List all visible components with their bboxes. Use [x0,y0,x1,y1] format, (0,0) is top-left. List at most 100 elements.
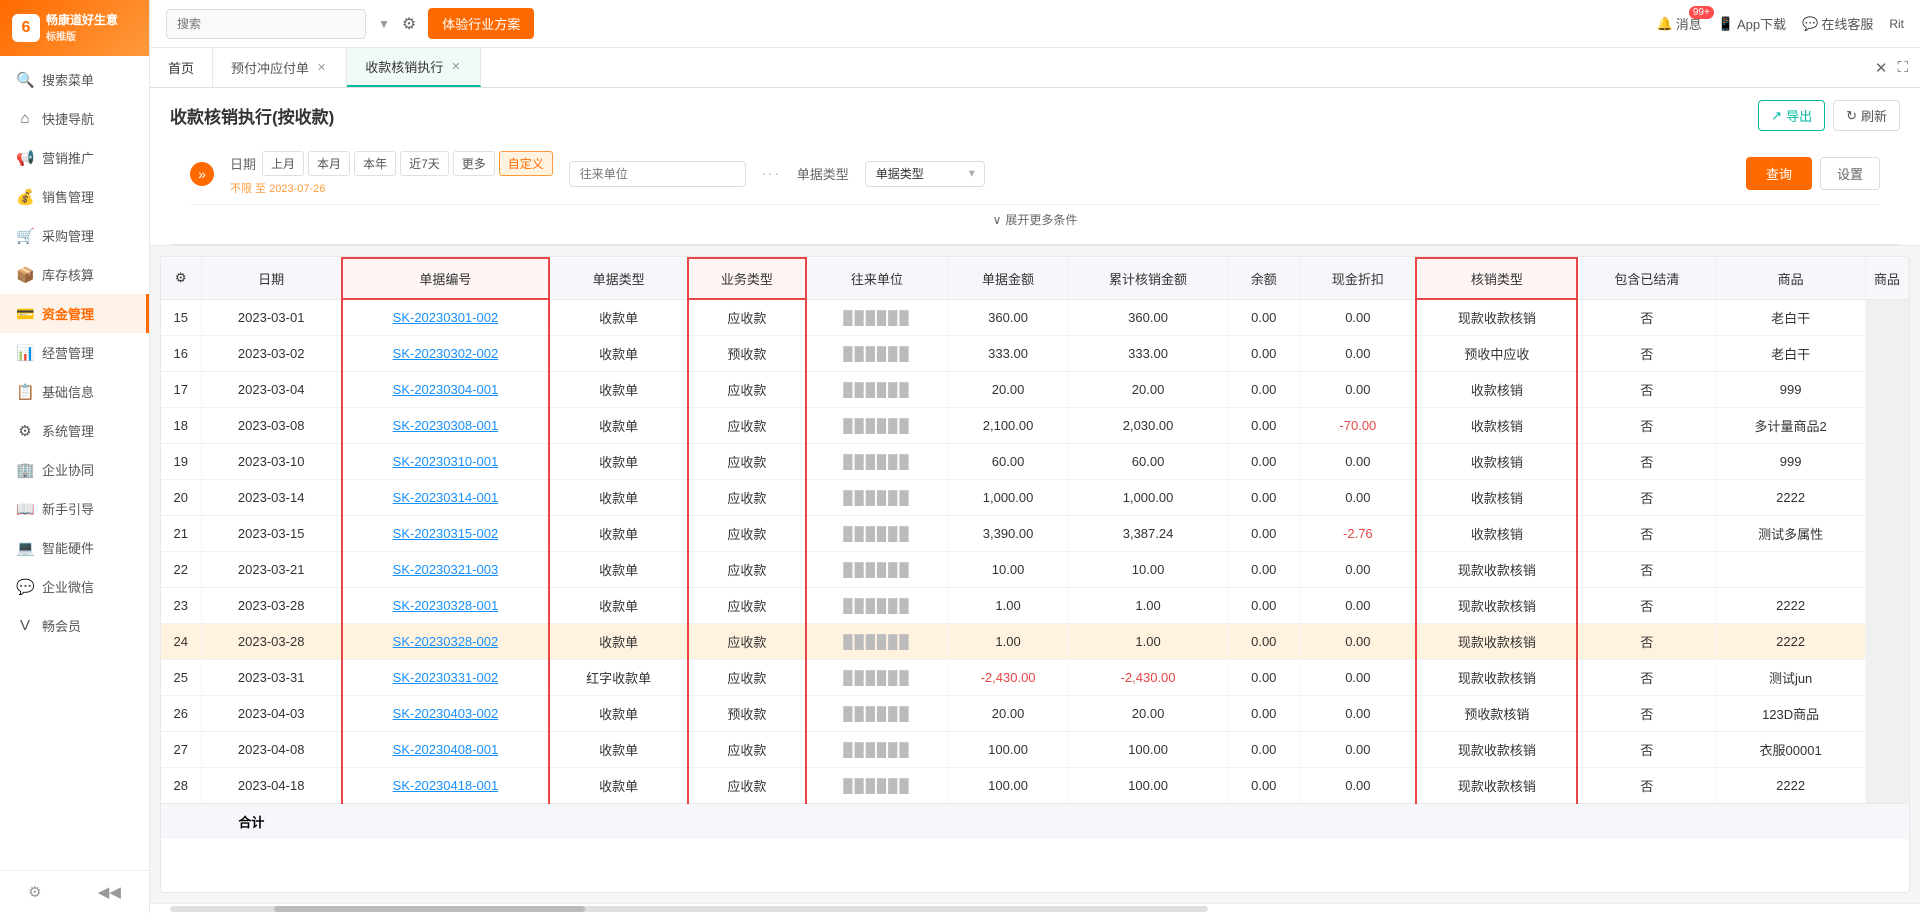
cell-doc-no[interactable]: SK-20230418-001 [342,768,549,804]
table-row[interactable]: 20 2023-03-14 SK-20230314-001 收款单 应收款 ██… [161,480,1909,516]
cell-num: 26 [161,696,201,732]
cell-doc-type: 收款单 [549,408,688,444]
sidebar-collapse-btn[interactable]: ◀◀ [90,879,129,905]
table-row[interactable]: 19 2023-03-10 SK-20230310-001 收款单 应收款 ██… [161,444,1909,480]
cell-balance: 0.00 [1228,444,1300,480]
cell-include-settled: 否 [1577,624,1715,660]
cell-doc-no[interactable]: SK-20230315-002 [342,516,549,552]
cell-doc-no[interactable]: SK-20230403-002 [342,696,549,732]
cell-date: 2023-03-08 [201,408,342,444]
date-btn-last-month[interactable]: 上月 [262,151,304,176]
doc-type-select[interactable]: 单据类型 [865,161,985,187]
tab-prepay[interactable]: 预付冲应付单 ✕ [213,48,347,87]
cell-include-settled: 否 [1577,444,1715,480]
table-row[interactable]: 18 2023-03-08 SK-20230308-001 收款单 应收款 ██… [161,408,1909,444]
refresh-btn[interactable]: ↻ 刷新 [1833,100,1900,131]
industry-solution-btn[interactable]: 体验行业方案 [428,8,534,39]
sidebar-item-sales[interactable]: 💰销售管理 [0,177,149,216]
tab-maximize-btn[interactable]: ⛶ [1897,59,1908,76]
cell-doc-no[interactable]: SK-20230408-001 [342,732,549,768]
cell-biz-type: 应收款 [688,660,805,696]
table-row[interactable]: 26 2023-04-03 SK-20230403-002 收款单 预收款 ██… [161,696,1909,732]
tab-close-all-btn[interactable]: ✕ [1875,59,1888,77]
cell-doc-no[interactable]: SK-20230304-001 [342,372,549,408]
sidebar-item-guide[interactable]: 📖新手引导 [0,489,149,528]
sidebar-item-wechat[interactable]: 💬企业微信 [0,567,149,606]
search-dropdown-btn[interactable]: ▼ [378,17,390,31]
cell-doc-no[interactable]: SK-20230328-002 [342,624,549,660]
sidebar-item-system[interactable]: ⚙系统管理 [0,411,149,450]
cell-doc-no[interactable]: SK-20230308-001 [342,408,549,444]
date-btn-7days[interactable]: 近7天 [400,151,449,176]
table-row[interactable]: 23 2023-03-28 SK-20230328-001 收款单 应收款 ██… [161,588,1909,624]
sidebar-item-hardware[interactable]: 💻智能硬件 [0,528,149,567]
cell-doc-no[interactable]: SK-20230302-002 [342,336,549,372]
app-download-btn[interactable]: 📱 App下载 [1718,14,1786,33]
table-row[interactable]: 24 2023-03-28 SK-20230328-002 收款单 应收款 ██… [161,624,1909,660]
message-btn[interactable]: 🔔 消息 99+ [1657,14,1702,33]
query-btn[interactable]: 查询 [1746,157,1812,190]
cell-balance: 0.00 [1228,768,1300,804]
cell-party: ██████ [806,299,948,336]
tab-home[interactable]: 首页 [150,48,213,87]
cell-date: 2023-03-21 [201,552,342,588]
cell-num: 27 [161,732,201,768]
cell-cancel-type: 预收款核销 [1416,696,1577,732]
date-btn-custom[interactable]: 自定义 [499,151,553,176]
table-row[interactable]: 27 2023-04-08 SK-20230408-001 收款单 应收款 ██… [161,732,1909,768]
cell-cash-discount: 0.00 [1300,624,1417,660]
topbar-gear-icon[interactable]: ⚙ [402,14,416,34]
date-label: 日期 [230,154,256,173]
table-row[interactable]: 16 2023-03-02 SK-20230302-002 收款单 预收款 ██… [161,336,1909,372]
sidebar-settings-btn[interactable]: ⚙ [20,879,49,905]
user-name[interactable]: Rit [1889,17,1904,31]
table-row[interactable]: 17 2023-03-04 SK-20230304-001 收款单 应收款 ██… [161,372,1909,408]
table-row[interactable]: 28 2023-04-18 SK-20230418-001 收款单 应收款 ██… [161,768,1909,804]
th-accum-cancel: 累计核销金额 [1068,258,1227,299]
sidebar-item-member[interactable]: V畅会员 [0,606,149,645]
message-badge: 99+ [1689,6,1714,19]
expand-conditions-btn[interactable]: ∨ 展开更多条件 [190,204,1880,234]
filter-expand-btn[interactable]: » [190,162,214,186]
sidebar-label-marketing: 营销推广 [42,148,94,167]
cell-doc-no[interactable]: SK-20230331-002 [342,660,549,696]
sidebar-item-purchase[interactable]: 🛒采购管理 [0,216,149,255]
cell-product: 衣服00001 [1716,732,1866,768]
sidebar-item-search[interactable]: 🔍搜索菜单 [0,60,149,99]
cell-doc-no[interactable]: SK-20230310-001 [342,444,549,480]
tab-collection[interactable]: 收款核销执行 ✕ [347,48,481,87]
date-btn-this-year[interactable]: 本年 [354,151,396,176]
sidebar-item-marketing[interactable]: 📢营销推广 [0,138,149,177]
cell-product2 [1865,480,1908,516]
table-row[interactable]: 22 2023-03-21 SK-20230321-003 收款单 应收款 ██… [161,552,1909,588]
sidebar-item-finance[interactable]: 💳资金管理 [0,294,149,333]
cell-party: ██████ [806,372,948,408]
sidebar-item-operations[interactable]: 📊经营管理 [0,333,149,372]
date-btn-more[interactable]: 更多 [453,151,495,176]
party-input[interactable] [569,161,746,187]
table-row[interactable]: 15 2023-03-01 SK-20230301-002 收款单 应收款 ██… [161,299,1909,336]
search-input[interactable] [166,9,366,39]
cell-doc-no[interactable]: SK-20230328-001 [342,588,549,624]
cell-doc-no[interactable]: SK-20230314-001 [342,480,549,516]
date-btn-this-month[interactable]: 本月 [308,151,350,176]
sidebar-item-enterprise[interactable]: 🏢企业协同 [0,450,149,489]
online-service-btn[interactable]: 💬 在线客服 [1802,14,1873,33]
cell-doc-no[interactable]: SK-20230301-002 [342,299,549,336]
table-row[interactable]: 21 2023-03-15 SK-20230315-002 收款单 应收款 ██… [161,516,1909,552]
cell-doc-no[interactable]: SK-20230321-003 [342,552,549,588]
table-row[interactable]: 25 2023-03-31 SK-20230331-002 红字收款单 应收款 … [161,660,1909,696]
sidebar-item-quick-nav[interactable]: ⌂快捷导航 [0,99,149,138]
sidebar-item-inventory[interactable]: 📦库存核算 [0,255,149,294]
sidebar-item-basic[interactable]: 📋基础信息 [0,372,149,411]
sidebar-label-quick-nav: 快捷导航 [42,109,94,128]
cell-cancel-type: 预收中应收 [1416,336,1577,372]
export-btn[interactable]: ↗ 导出 [1758,100,1825,131]
tab-collection-close[interactable]: ✕ [449,59,462,74]
cell-date: 2023-03-28 [201,624,342,660]
table-footer-row: 合计 [161,804,1909,840]
footer-cancel-type [1416,804,1577,840]
settings-btn[interactable]: 设置 [1820,157,1880,190]
tab-prepay-close[interactable]: ✕ [315,60,328,75]
filter-right-actions: 查询 设置 [1746,157,1880,190]
